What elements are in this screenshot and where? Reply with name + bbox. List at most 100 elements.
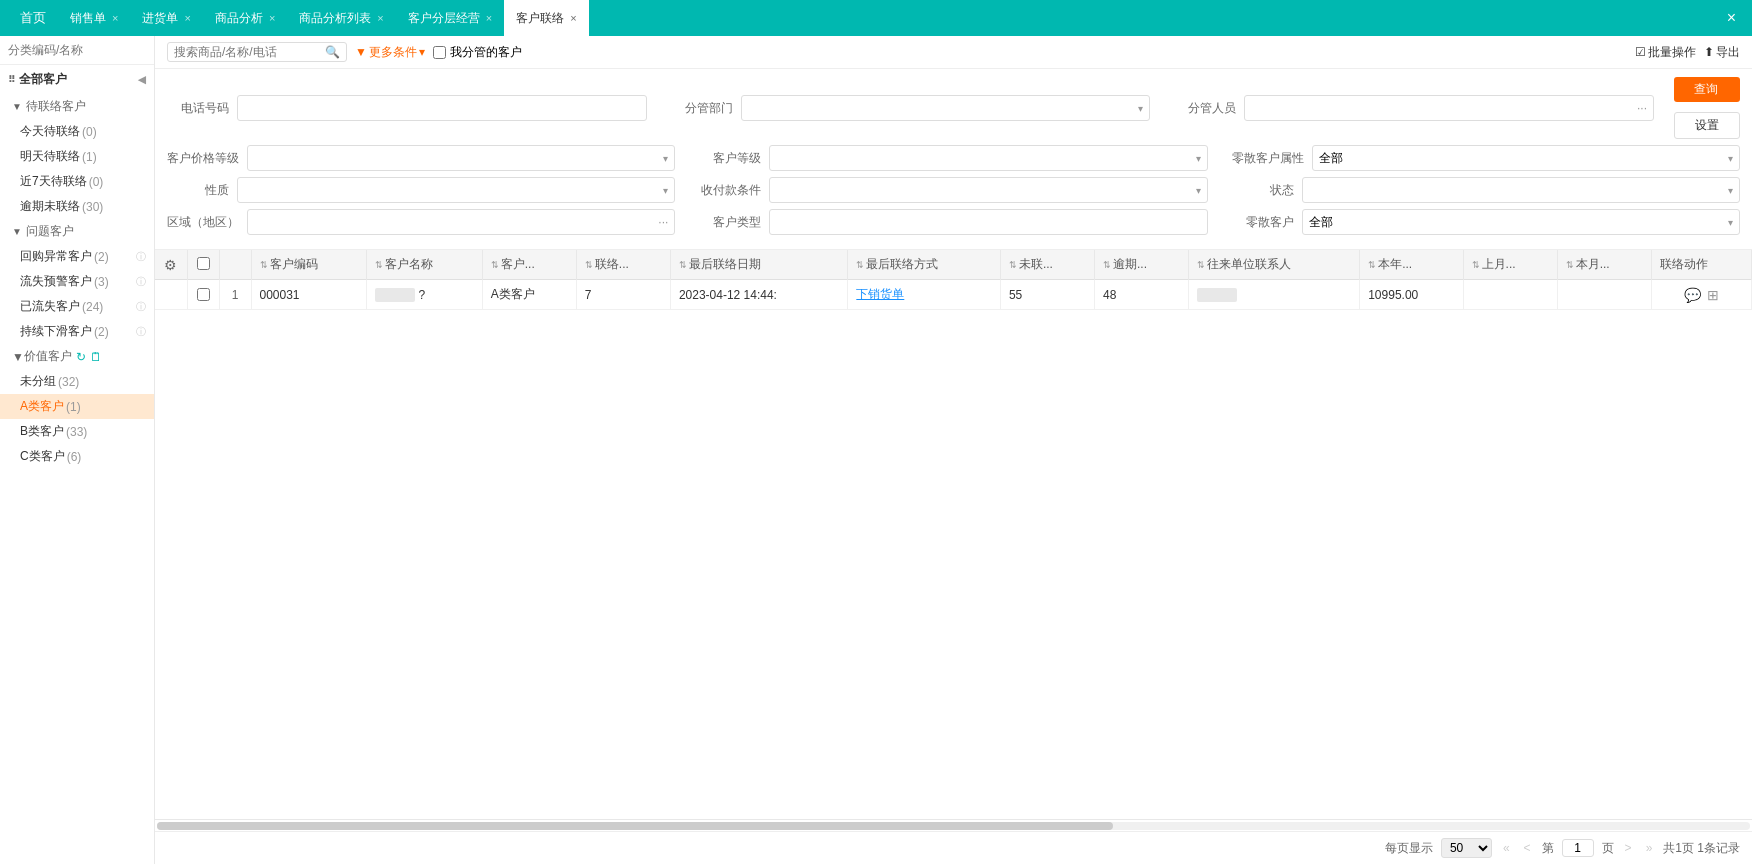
field-payment-input[interactable] [776,183,1195,197]
field-price-level-wrap[interactable]: ▾ [247,145,675,171]
sidebar-item-tomorrow[interactable]: 明天待联络 (1) [0,144,154,169]
field-price-level-input[interactable] [254,151,663,165]
manager-dots-btn[interactable]: ··· [1637,101,1647,115]
field-manager-input[interactable] [1251,101,1637,115]
close-tab-analysis[interactable]: × [269,12,275,24]
my-customers-check-input[interactable] [433,46,446,59]
close-tab-customer-contact[interactable]: × [570,12,576,24]
close-tab-analysis-list[interactable]: × [377,12,383,24]
dept-dropdown-arrow[interactable]: ▾ [1138,103,1143,114]
col-gear[interactable]: ⚙ [155,250,187,280]
qr-icon[interactable]: ⊞ [1707,287,1719,303]
horizontal-scrollbar[interactable] [155,819,1752,831]
status-dropdown[interactable]: ▾ [1728,185,1733,196]
export-btn[interactable]: ⬆ 导出 [1704,44,1740,61]
sidebar-item-today[interactable]: 今天待联络 (0) [0,119,154,144]
field-manager-input-wrap[interactable]: ··· [1244,95,1654,121]
sort-icon-this-month[interactable]: ⇅ [1566,260,1574,270]
sort-icon-last-month[interactable]: ⇅ [1472,260,1480,270]
sort-icon-method[interactable]: ⇅ [856,260,864,270]
page-number-input[interactable] [1562,839,1594,857]
sort-icon-year[interactable]: ⇅ [1368,260,1376,270]
filter-more-btn[interactable]: ▼ 更多条件 ▾ [355,44,425,61]
sidebar-item-declining[interactable]: 持续下滑客户 (2) ⓘ [0,319,154,344]
field-customer-level-input[interactable] [776,151,1195,165]
nav-tab-customer-contact[interactable]: 客户联络 × [504,0,588,36]
sidebar-pending-contact-group[interactable]: ▼ 待联络客户 [0,94,154,119]
per-page-select[interactable]: 50 100 200 [1441,838,1492,858]
sidebar-problem-customers-group[interactable]: ▼ 问题客户 [0,219,154,244]
filter-search-icon[interactable]: 🔍 [325,45,340,59]
field-status-input[interactable] [1309,183,1728,197]
retail-attr-dropdown[interactable]: ▾ [1728,153,1733,164]
sidebar-item-7days[interactable]: 近7天待联络 (0) [0,169,154,194]
close-tab-sales[interactable]: × [112,12,118,24]
field-region-input[interactable] [254,215,658,229]
batch-op-btn[interactable]: ☑ 批量操作 [1635,44,1696,61]
sidebar-item-c-class[interactable]: C类客户 (6) [0,444,154,469]
sidebar-collapse-icon[interactable]: ◀ [138,74,146,85]
field-status-wrap[interactable]: ▾ [1302,177,1740,203]
region-dots-btn[interactable]: ··· [658,215,668,229]
field-customer-type-input[interactable] [776,215,1200,229]
sort-icon-date[interactable]: ⇅ [679,260,687,270]
nav-tab-analysis-list[interactable]: 商品分析列表 × [287,0,395,36]
nav-tab-analysis[interactable]: 商品分析 × [203,0,287,36]
first-page-btn[interactable]: « [1500,841,1513,855]
sidebar-item-lost[interactable]: 已流失客户 (24) ⓘ [0,294,154,319]
field-dept-input-wrap[interactable]: ▾ [741,95,1151,121]
sort-icon-unit[interactable]: ⇅ [1197,260,1205,270]
next-page-btn[interactable]: > [1622,841,1635,855]
close-app-button[interactable]: × [1719,9,1744,27]
filter-search-input[interactable] [174,45,325,59]
value-settings-icon[interactable]: 🗒 [90,350,102,364]
sidebar-all-customers[interactable]: ⠿ 全部客户 ◀ [0,65,154,94]
sidebar-item-repurchase-anomaly[interactable]: 回购异常客户 (2) ⓘ [0,244,154,269]
sort-icon-type[interactable]: ⇅ [491,260,499,270]
field-phone-input[interactable] [244,101,640,115]
field-retail-customer-wrap[interactable]: 全部 ▾ [1302,209,1740,235]
close-tab-customer-ops[interactable]: × [486,12,492,24]
retail-customer-dropdown[interactable]: ▾ [1728,217,1733,228]
payment-dropdown[interactable]: ▾ [1196,185,1201,196]
sidebar-item-unclassified[interactable]: 未分组 (32) [0,369,154,394]
field-nature-wrap[interactable]: ▾ [237,177,675,203]
sort-icon-contact[interactable]: ⇅ [585,260,593,270]
field-region-wrap[interactable]: ··· [247,209,675,235]
sidebar-item-churn-warning[interactable]: 流失预警客户 (3) ⓘ [0,269,154,294]
nav-tab-purchase[interactable]: 进货单 × [130,0,202,36]
last-method-link[interactable]: 下销货单 [856,287,904,301]
scrollbar-thumb[interactable] [157,822,1113,830]
sort-icon-no-contact[interactable]: ⇅ [1009,260,1017,270]
sidebar-value-customers-group[interactable]: ▼ 价值客户 ↻ 🗒 [0,344,154,369]
field-dept-input[interactable] [748,101,1139,115]
sidebar-search-input[interactable] [8,43,155,57]
prev-page-btn[interactable]: < [1521,841,1534,855]
sidebar-item-overdue[interactable]: 逾期未联络 (30) [0,194,154,219]
field-nature-input[interactable] [244,183,663,197]
sort-icon-name[interactable]: ⇅ [375,260,383,270]
nav-home[interactable]: 首页 [8,9,58,27]
nav-tab-customer-ops[interactable]: 客户分层经营 × [396,0,504,36]
sort-icon-overdue[interactable]: ⇅ [1103,260,1111,270]
sidebar-item-b-class[interactable]: B类客户 (33) [0,419,154,444]
setting-button[interactable]: 设置 [1674,112,1740,139]
field-customer-level-wrap[interactable]: ▾ [769,145,1207,171]
sidebar-item-a-class[interactable]: A类客户 (1) [0,394,154,419]
customer-level-dropdown[interactable]: ▾ [1196,153,1201,164]
my-customers-checkbox[interactable]: 我分管的客户 [433,44,522,61]
field-customer-type-wrap[interactable] [769,209,1207,235]
sort-icon-code[interactable]: ⇅ [260,260,268,270]
last-page-btn[interactable]: » [1643,841,1656,855]
row-checkbox[interactable] [197,288,210,301]
value-refresh-icon[interactable]: ↻ [76,350,86,364]
field-phone-input-wrap[interactable] [237,95,647,121]
nav-tab-sales[interactable]: 销售单 × [58,0,130,36]
query-button[interactable]: 查询 [1674,77,1740,102]
gear-icon[interactable]: ⚙ [164,257,177,273]
nature-dropdown[interactable]: ▾ [663,185,668,196]
select-all-checkbox[interactable] [197,257,210,270]
field-retail-attr-wrap[interactable]: 全部 ▾ [1312,145,1740,171]
chat-icon[interactable]: 💬 [1684,287,1701,303]
close-tab-purchase[interactable]: × [184,12,190,24]
